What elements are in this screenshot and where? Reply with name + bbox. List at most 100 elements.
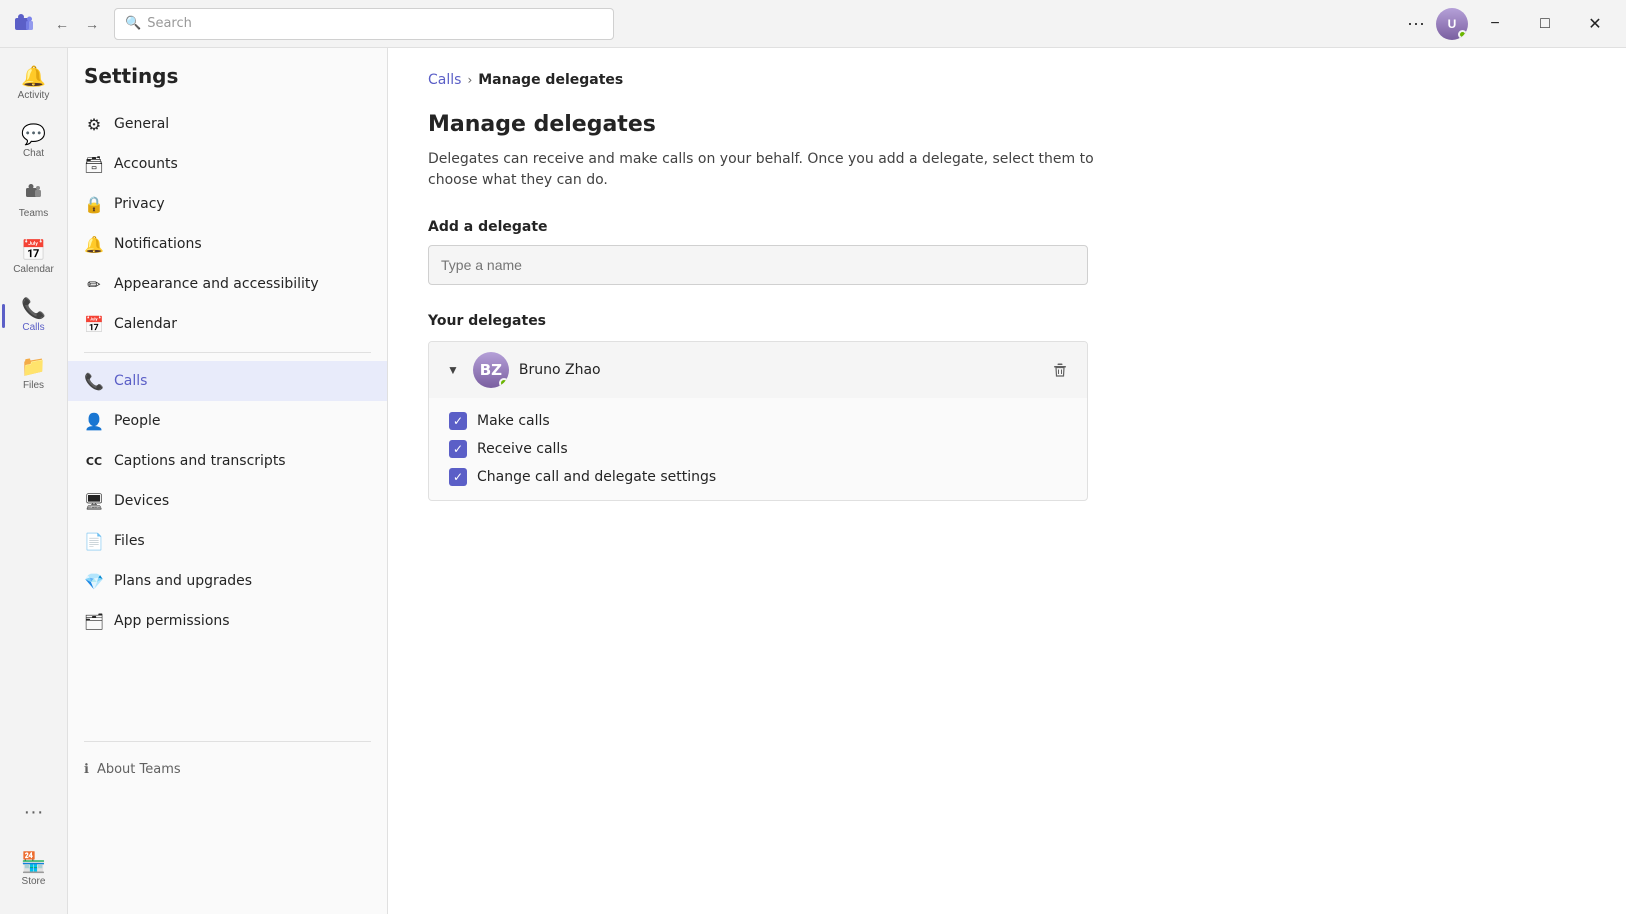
settings-menu-calls[interactable]: 📞 Calls xyxy=(68,361,387,401)
sidebar-item-more[interactable]: ··· xyxy=(6,784,62,840)
sidebar-item-calendar[interactable]: 📅 Calendar xyxy=(6,230,62,286)
delete-delegate-button[interactable] xyxy=(1047,357,1073,383)
delegate-name-input[interactable] xyxy=(428,245,1088,285)
receive-calls-checkbox[interactable] xyxy=(449,440,467,458)
change-settings-checkbox[interactable] xyxy=(449,468,467,486)
people-icon: 👤 xyxy=(84,411,104,431)
teams-logo xyxy=(8,8,40,40)
search-placeholder: Search xyxy=(147,16,192,31)
calendar-label: Calendar xyxy=(13,264,54,275)
files-settings-icon: 📄 xyxy=(84,531,104,551)
your-delegates-label: Your delegates xyxy=(428,313,1586,329)
breadcrumb-parent[interactable]: Calls xyxy=(428,72,461,88)
app-body: 🔔 Activity 💬 Chat Teams 📅 Calendar 📞 xyxy=(0,48,1626,914)
calls-settings-icon: 📞 xyxy=(84,371,104,391)
make-calls-label: Make calls xyxy=(477,413,550,429)
maximize-button[interactable]: □ xyxy=(1522,8,1568,40)
page-title: Manage delegates xyxy=(428,112,1586,137)
permission-make-calls: Make calls xyxy=(449,412,1067,430)
settings-menu-plans[interactable]: 💎 Plans and upgrades xyxy=(68,561,387,601)
about-teams-link[interactable]: ℹ About Teams xyxy=(68,750,387,789)
more-options-button[interactable]: ··· xyxy=(1400,8,1432,40)
sidebar-item-teams[interactable]: Teams xyxy=(6,172,62,228)
accounts-label: Accounts xyxy=(114,156,178,172)
settings-menu-captions[interactable]: CC Captions and transcripts xyxy=(68,441,387,481)
settings-menu-accounts[interactable]: 🗃 Accounts xyxy=(68,144,387,184)
settings-menu-files[interactable]: 📄 Files xyxy=(68,521,387,561)
captions-label: Captions and transcripts xyxy=(114,453,286,469)
window-controls: ··· U − □ ✕ xyxy=(1400,8,1618,40)
user-avatar-button[interactable]: U xyxy=(1436,8,1468,40)
settings-sidebar: Settings ⚙ General 🗃 Accounts 🔒 Privacy … xyxy=(68,48,388,914)
delegate-header: ▼ BZ Bruno Zhao xyxy=(429,342,1087,398)
title-bar: ← → 🔍 Search ··· U − □ ✕ xyxy=(0,0,1626,48)
search-icon: 🔍 xyxy=(125,16,141,31)
captions-icon: CC xyxy=(84,451,104,471)
delegate-permissions: Make calls Receive calls Change call and… xyxy=(429,398,1087,500)
settings-menu-permissions[interactable]: 🗂 App permissions xyxy=(68,601,387,641)
trash-icon xyxy=(1051,361,1069,379)
devices-label: Devices xyxy=(114,493,169,509)
privacy-label: Privacy xyxy=(114,196,165,212)
settings-menu-devices[interactable]: 🖥 Devices xyxy=(68,481,387,521)
calls-icon: 📞 xyxy=(21,299,46,319)
footer-divider xyxy=(84,741,371,742)
calls-settings-label: Calls xyxy=(114,373,147,389)
sidebar-item-store[interactable]: 🏪 Store xyxy=(6,842,62,898)
about-label: About Teams xyxy=(97,762,181,777)
people-label: People xyxy=(114,413,161,429)
devices-icon: 🖥 xyxy=(84,491,104,511)
status-dot xyxy=(1458,30,1467,39)
activity-label: Activity xyxy=(18,90,50,101)
change-settings-label: Change call and delegate settings xyxy=(477,469,716,485)
cal-label: Calendar xyxy=(114,316,177,332)
sidebar-item-activity[interactable]: 🔔 Activity xyxy=(6,56,62,112)
files-icon: 📁 xyxy=(21,357,46,377)
permission-receive-calls: Receive calls xyxy=(449,440,1067,458)
permission-change-settings: Change call and delegate settings xyxy=(449,468,1067,486)
chat-icon: 💬 xyxy=(21,125,46,145)
info-icon: ℹ xyxy=(84,762,89,777)
activity-icon: 🔔 xyxy=(21,67,46,87)
receive-calls-label: Receive calls xyxy=(477,441,568,457)
settings-menu-privacy[interactable]: 🔒 Privacy xyxy=(68,184,387,224)
collapse-delegate-button[interactable]: ▼ xyxy=(443,361,463,379)
make-calls-checkbox[interactable] xyxy=(449,412,467,430)
sidebar-nav: 🔔 Activity 💬 Chat Teams 📅 Calendar 📞 xyxy=(0,48,68,914)
page-description: Delegates can receive and make calls on … xyxy=(428,149,1108,191)
settings-menu-appearance[interactable]: ✏ Appearance and accessibility xyxy=(68,264,387,304)
store-label: Store xyxy=(22,876,46,887)
delegate-name: Bruno Zhao xyxy=(519,362,1037,378)
privacy-icon: 🔒 xyxy=(84,194,104,214)
sidebar-item-files[interactable]: 📁 Files xyxy=(6,346,62,402)
breadcrumb-current: Manage delegates xyxy=(478,72,623,88)
sidebar-item-calls[interactable]: 📞 Calls xyxy=(6,288,62,344)
minimize-button[interactable]: − xyxy=(1472,8,1518,40)
appearance-label: Appearance and accessibility xyxy=(114,276,319,292)
sidebar-item-chat[interactable]: 💬 Chat xyxy=(6,114,62,170)
back-button[interactable]: ← xyxy=(48,10,76,38)
settings-title: Settings xyxy=(68,64,387,104)
settings-menu-people[interactable]: 👤 People xyxy=(68,401,387,441)
forward-button[interactable]: → xyxy=(78,10,106,38)
close-button[interactable]: ✕ xyxy=(1572,8,1618,40)
general-icon: ⚙ xyxy=(84,114,104,134)
cal-icon: 📅 xyxy=(84,314,104,334)
settings-menu-notifications[interactable]: 🔔 Notifications xyxy=(68,224,387,264)
teams-icon xyxy=(24,181,44,205)
search-bar[interactable]: 🔍 Search xyxy=(114,8,614,40)
more-icon: ··· xyxy=(24,802,44,822)
settings-menu-calendar[interactable]: 📅 Calendar xyxy=(68,304,387,344)
plans-icon: 💎 xyxy=(84,571,104,591)
breadcrumb-separator: › xyxy=(467,73,472,87)
files-settings-label: Files xyxy=(114,533,145,549)
delegate-card: ▼ BZ Bruno Zhao xyxy=(428,341,1088,501)
calendar-icon: 📅 xyxy=(21,241,46,261)
notifications-icon: 🔔 xyxy=(84,234,104,254)
menu-divider xyxy=(84,352,371,353)
notifications-label: Notifications xyxy=(114,236,202,252)
general-label: General xyxy=(114,116,169,132)
delegate-avatar: BZ xyxy=(473,352,509,388)
plans-label: Plans and upgrades xyxy=(114,573,252,589)
settings-menu-general[interactable]: ⚙ General xyxy=(68,104,387,144)
